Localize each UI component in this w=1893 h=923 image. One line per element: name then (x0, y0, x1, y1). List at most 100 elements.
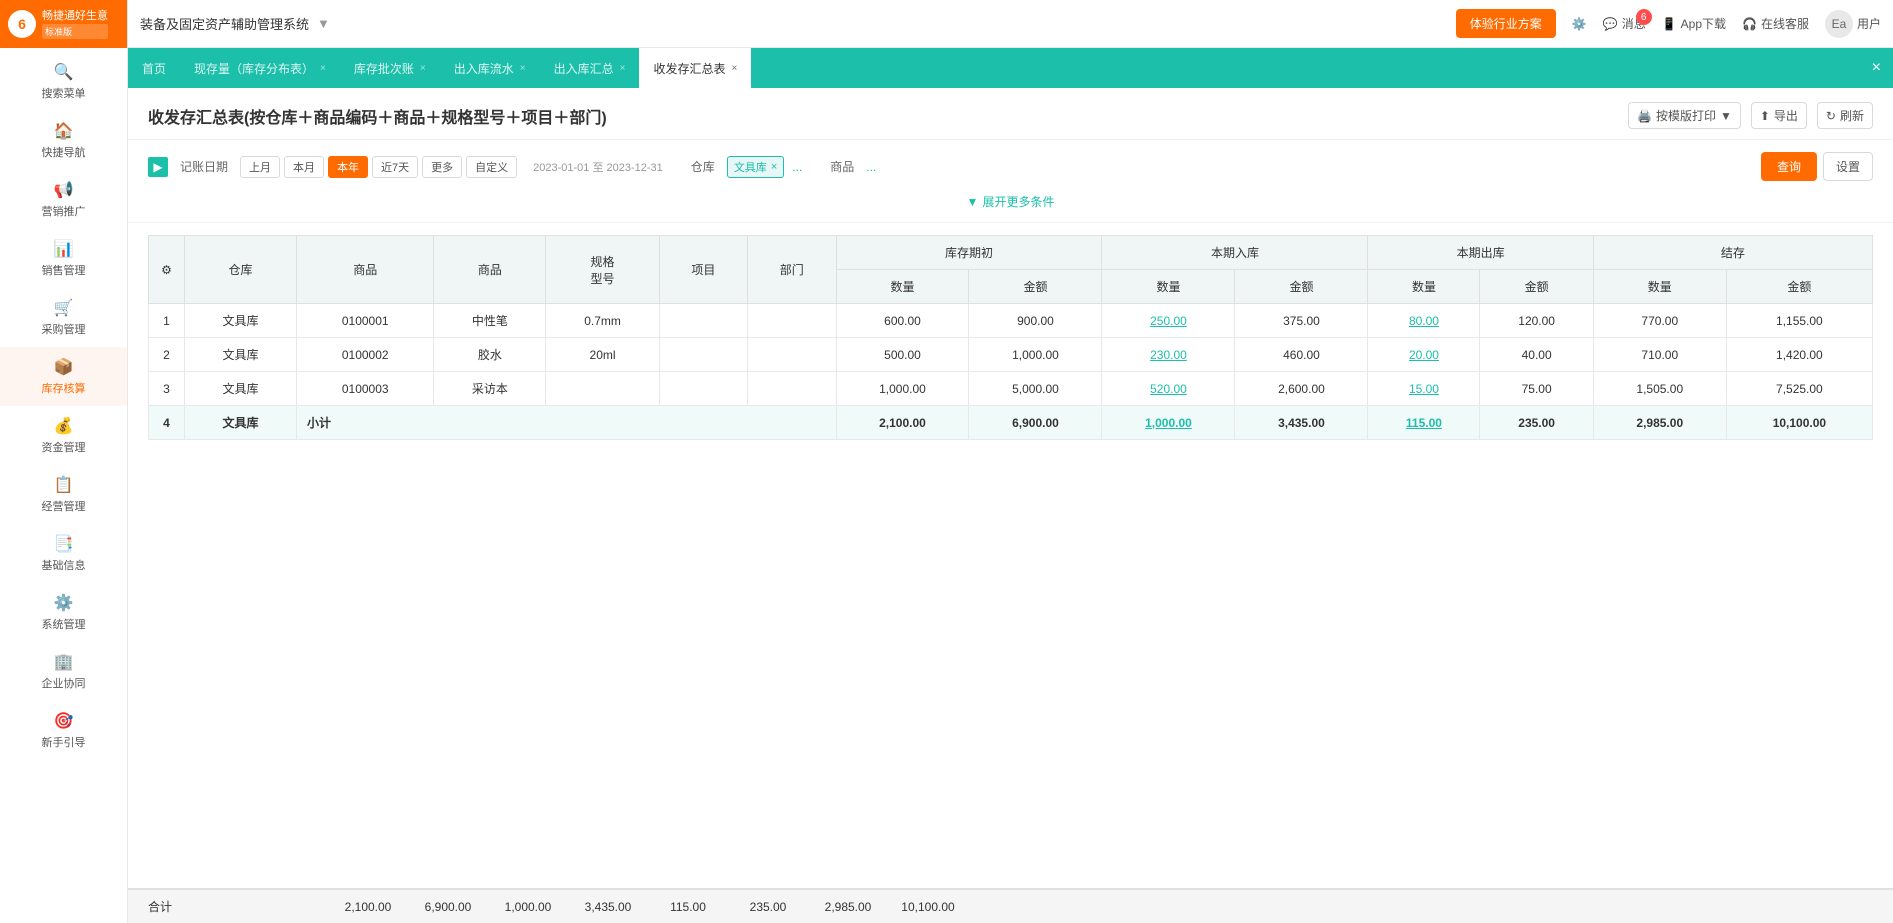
tab-close-batch_account[interactable]: × (420, 63, 426, 74)
export-icon: ⬆ (1760, 109, 1770, 123)
row-warehouse: 文具库 (185, 304, 297, 338)
system-title-area: 装备及固定资产辅助管理系统 ▼ (140, 14, 1444, 33)
total-in-qty: 1,000.00 (488, 900, 568, 914)
sidebar-item-search[interactable]: 🔍搜索菜单 (0, 52, 127, 111)
sidebar-item-quick_nav[interactable]: 🏠 快捷导航 (0, 111, 127, 170)
warehouse-more[interactable]: ... (792, 160, 802, 174)
sidebar-label-purchase: 采购管理 (42, 321, 86, 337)
row-close-qty: 710.00 (1593, 338, 1726, 372)
expand-more-btn[interactable]: ▼ 展开更多条件 (967, 193, 1055, 210)
date-btn-更多[interactable]: 更多 (422, 156, 462, 178)
row-out-qty[interactable]: 20.00 (1368, 338, 1480, 372)
row-open-qty: 1,000.00 (836, 372, 969, 406)
sidebar-item-enterprise[interactable]: 🏢企业协同 (0, 642, 127, 701)
row-spec: 20ml (546, 338, 659, 372)
row-dept (748, 338, 836, 372)
data-table: ⚙ 仓库 商品 商品 规格型号 项目 部门 库存期初 本期入库 本期出库 结存 (148, 235, 1873, 440)
date-btn-上月[interactable]: 上月 (240, 156, 280, 178)
settings-icon-item[interactable]: ⚙️ (1572, 17, 1587, 31)
row-in-amt: 375.00 (1235, 304, 1368, 338)
app-download-item[interactable]: 📱 App下载 (1662, 15, 1726, 32)
sidebar-label-sales: 销售管理 (42, 262, 86, 278)
sidebar-item-system[interactable]: ⚙️系统管理 (0, 583, 127, 642)
marketing-icon: 📢 (54, 180, 74, 200)
tab-close-recv_send[interactable]: × (731, 63, 737, 74)
page-header-actions: 🖨️ 按模版打印 ▼ ⬆ 导出 ↻ 刷新 (1628, 102, 1873, 129)
date-btn-近7天[interactable]: 近7天 (372, 156, 418, 178)
message-icon-item[interactable]: 💬 消息 6 (1603, 15, 1646, 32)
close-all-tabs[interactable]: × (1868, 55, 1885, 81)
tab-inout_flow[interactable]: 出入库流水× (440, 48, 540, 88)
tab-inout_summary[interactable]: 出入库汇总× (540, 48, 640, 88)
row-close-amt: 1,155.00 (1726, 304, 1872, 338)
finance-icon: 💰 (54, 416, 74, 436)
goods-more[interactable]: ... (866, 160, 876, 174)
refresh-button[interactable]: ↻ 刷新 (1817, 102, 1873, 129)
print-button[interactable]: 🖨️ 按模版打印 ▼ (1628, 102, 1741, 129)
date-btn-本月[interactable]: 本月 (284, 156, 324, 178)
row-out-amt: 120.00 (1480, 304, 1593, 338)
sidebar-logo: 6 畅捷通好生意 标准版 (0, 0, 127, 48)
date-btn-本年[interactable]: 本年 (328, 156, 368, 178)
filter-expand-icon[interactable]: ▶ (148, 157, 168, 177)
enterprise-icon: 🏢 (54, 652, 74, 672)
sidebar-item-purchase[interactable]: 🛒采购管理 (0, 288, 127, 347)
col-settings-header[interactable]: ⚙ (149, 236, 185, 304)
sidebar-item-marketing[interactable]: 📢 营销推广 (0, 170, 127, 229)
date-buttons: 上月本月本年近7天更多自定义 (240, 156, 517, 178)
col-project-header: 项目 (659, 236, 747, 304)
sub-label: 小计 (296, 406, 836, 440)
sidebar-item-inventory[interactable]: 📦库存核算 (0, 347, 127, 406)
row-close-amt: 1,420.00 (1726, 338, 1872, 372)
export-button[interactable]: ⬆ 导出 (1751, 102, 1807, 129)
row-out-qty[interactable]: 80.00 (1368, 304, 1480, 338)
tab-inventory_dist[interactable]: 现存量（库存分布表）× (180, 48, 340, 88)
row-code: 0100003 (296, 372, 433, 406)
sidebar-item-operation[interactable]: 📋经营管理 (0, 465, 127, 524)
row-warehouse: 文具库 (185, 372, 297, 406)
tab-batch_account[interactable]: 库存批次账× (340, 48, 440, 88)
row-name: 胶水 (434, 338, 546, 372)
row-close-qty: 770.00 (1593, 304, 1726, 338)
query-button[interactable]: 查询 (1761, 152, 1817, 181)
guide-icon: 🎯 (54, 711, 74, 731)
row-in-qty[interactable]: 230.00 (1102, 338, 1235, 372)
tab-recv_send[interactable]: 收发存汇总表× (639, 48, 751, 88)
row-name: 采访本 (434, 372, 546, 406)
tab-close-inout_summary[interactable]: × (620, 63, 626, 74)
row-in-qty[interactable]: 250.00 (1102, 304, 1235, 338)
sidebar-item-guide[interactable]: 🎯新手引导 (0, 701, 127, 760)
col-open-header: 库存期初 (836, 236, 1102, 270)
sidebar-item-finance[interactable]: 💰 资金管理 (0, 406, 127, 465)
row-out-amt: 40.00 (1480, 338, 1593, 372)
row-spec (546, 372, 659, 406)
filter-row-1: ▶ 记账日期 上月本月本年近7天更多自定义 2023-01-01 至 2023-… (148, 152, 1873, 181)
row-in-qty[interactable]: 520.00 (1102, 372, 1235, 406)
row-out-amt: 75.00 (1480, 372, 1593, 406)
row-out-qty[interactable]: 15.00 (1368, 372, 1480, 406)
sidebar-label-quick_nav: 快捷导航 (42, 144, 86, 160)
page-header: 收发存汇总表(按仓库＋商品编码＋商品＋规格型号＋项目＋部门) 🖨️ 按模版打印 … (128, 88, 1893, 140)
sub-in-amt: 3,435.00 (1235, 406, 1368, 440)
sub-no: 4 (149, 406, 185, 440)
row-project (659, 372, 747, 406)
row-dept (748, 372, 836, 406)
tab-close-inout_flow[interactable]: × (520, 63, 526, 74)
date-filter-label: 记账日期 (180, 158, 228, 175)
sidebar-label-finance: 资金管理 (42, 439, 86, 455)
row-open-qty: 600.00 (836, 304, 969, 338)
quick_nav-icon: 🏠 (54, 121, 74, 141)
filter-settings-button[interactable]: 设置 (1823, 152, 1873, 181)
sidebar-item-sales[interactable]: 📊销售管理 (0, 229, 127, 288)
sidebar-label-marketing: 营销推广 (42, 203, 86, 219)
user-item[interactable]: Ea 用户 (1825, 10, 1881, 38)
tab-home[interactable]: 首页 (128, 48, 180, 88)
system-title-arrow: ▼ (317, 16, 330, 31)
sidebar-item-basic[interactable]: 📑基础信息 (0, 524, 127, 583)
trial-button[interactable]: 体验行业方案 (1456, 9, 1556, 38)
online-service-item[interactable]: 🎧 在线客服 (1742, 15, 1809, 32)
warehouse-tag-close[interactable]: × (771, 161, 777, 173)
tab-close-inventory_dist[interactable]: × (320, 63, 326, 74)
date-btn-自定义[interactable]: 自定义 (466, 156, 517, 178)
total-label: 合计 (148, 898, 328, 915)
